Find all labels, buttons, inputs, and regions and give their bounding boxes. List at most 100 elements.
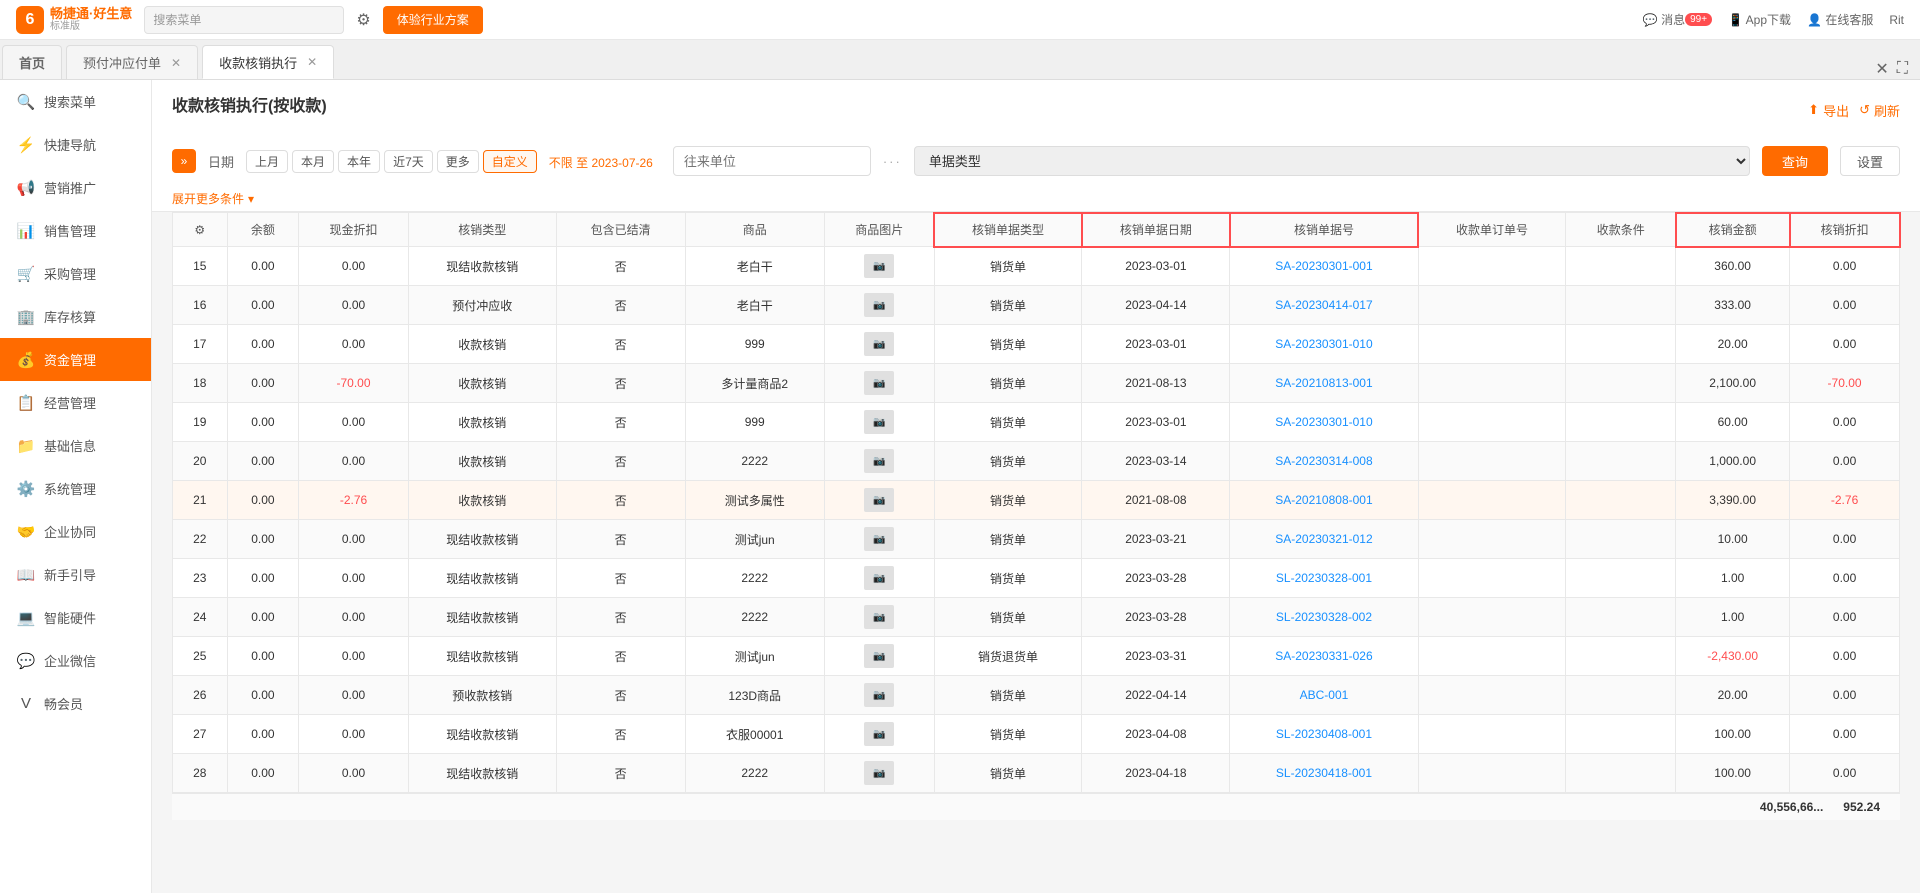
sidebar-item-basic[interactable]: 📁 基础信息 [0,424,151,467]
doc-no-link[interactable]: SL-20230418-001 [1276,766,1372,780]
cell-balance: 0.00 [227,676,299,715]
cell-amount: 1.00 [1676,598,1790,637]
cell-amount: 1.00 [1676,559,1790,598]
sidebar-item-marketing[interactable]: 📢 营销推广 [0,166,151,209]
search-text: 搜索菜单 [153,11,201,28]
collab-icon: 🤝 [16,523,36,541]
cell-goods: 测试多属性 [685,481,824,520]
search-icon: 🔍 [16,93,36,111]
sidebar-item-purchase[interactable]: 🛒 采购管理 [0,252,151,295]
doc-no-link[interactable]: SL-20230328-002 [1276,610,1372,624]
doc-no-link[interactable]: SA-20230414-017 [1275,298,1372,312]
sidebar-item-collab[interactable]: 🤝 企业协同 [0,510,151,553]
filter-expand-btn[interactable]: » [172,149,196,173]
doc-no-link[interactable]: SA-20210813-001 [1275,376,1372,390]
this-year-btn[interactable]: 本年 [338,150,380,173]
doc-no-link[interactable]: SA-20210808-001 [1275,493,1372,507]
cell-doc-type: 销货单 [934,442,1082,481]
sidebar-item-finance[interactable]: 💰 资金管理 [0,338,151,381]
system-icon: ⚙️ [16,480,36,498]
export-btn[interactable]: ⬆ 导出 [1808,101,1849,120]
cell-balance: 0.00 [227,520,299,559]
cell-cond [1566,520,1676,559]
doc-no-link[interactable]: ABC-001 [1300,688,1349,702]
main-layout: 🔍 搜索菜单 ⚡ 快捷导航 📢 营销推广 📊 销售管理 🛒 采购管理 🏢 库存核… [0,80,1920,893]
table-footer: 40,556,66... 952.24 [172,793,1900,820]
doc-no-link[interactable]: SA-20230301-010 [1275,415,1372,429]
sidebar-item-newbie[interactable]: 📖 新手引导 [0,553,151,596]
doc-no-link[interactable]: SA-20230331-026 [1275,649,1372,663]
cell-goods: 2222 [685,598,824,637]
sidebar-item-wechat[interactable]: 💬 企业微信 [0,639,151,682]
last-7days-btn[interactable]: 近7天 [384,150,433,173]
cell-cond [1566,754,1676,793]
sidebar-item-inventory[interactable]: 🏢 库存核算 [0,295,151,338]
sidebar-item-sales[interactable]: 📊 销售管理 [0,209,151,252]
cell-no: 23 [173,559,228,598]
cell-no: 27 [173,715,228,754]
cell-discount: 0.00 [1790,520,1900,559]
cell-order-no [1418,364,1566,403]
table-row: 16 0.00 0.00 预付冲应收 否 老白干 📷 销货单 2023-04-1… [173,286,1900,325]
expand-more-btn[interactable]: 展开更多条件 ▾ [172,186,1900,211]
cell-goods: 测试jun [685,520,824,559]
refresh-btn[interactable]: ↺ 刷新 [1859,101,1900,120]
cell-balance: 0.00 [227,715,299,754]
sidebar-item-hardware[interactable]: 💻 智能硬件 [0,596,151,639]
doc-no-link[interactable]: SA-20230314-008 [1275,454,1372,468]
quicknav-icon: ⚡ [16,136,36,154]
custom-date-btn[interactable]: 自定义 [483,150,537,173]
from-unit-input[interactable] [673,146,871,176]
online-service-btn[interactable]: 👤 在线客服 [1807,11,1873,28]
cell-type: 现结收款核销 [408,247,556,286]
th-settings[interactable]: ⚙ [173,213,228,247]
th-cash-discount: 现金折扣 [299,213,409,247]
tab-home[interactable]: 首页 [2,45,62,79]
th-balance: 余额 [227,213,299,247]
doc-type-select[interactable]: 单据类型 [914,146,1750,176]
industry-btn[interactable]: 体验行业方案 [383,6,483,34]
more-btn[interactable]: 更多 [437,150,479,173]
cell-doc-type: 销货单 [934,676,1082,715]
table-row: 22 0.00 0.00 现结收款核销 否 测试jun 📷 销货单 2023-0… [173,520,1900,559]
setting-btn[interactable]: 设置 [1840,146,1900,176]
close-tab-btn[interactable]: ✕ [1875,59,1888,79]
sidebar-item-system[interactable]: ⚙️ 系统管理 [0,467,151,510]
doc-no-link[interactable]: SL-20230328-001 [1276,571,1372,585]
cell-discount: 0.00 [1790,754,1900,793]
cell-cash-discount: 0.00 [299,403,409,442]
doc-no-link[interactable]: SA-20230301-001 [1275,259,1372,273]
doc-no-link[interactable]: SA-20230301-010 [1275,337,1372,351]
sidebar-item-operations[interactable]: 📋 经营管理 [0,381,151,424]
tab-receipt-label: 收款核销执行 [219,53,297,72]
app-download-btn[interactable]: 📱 App下载 [1728,11,1791,28]
cell-discount: 0.00 [1790,598,1900,637]
cell-cash-discount: 0.00 [299,754,409,793]
maximize-btn[interactable]: ⛶ [1897,60,1908,78]
cell-type: 现结收款核销 [408,598,556,637]
last-month-btn[interactable]: 上月 [246,150,288,173]
this-month-btn[interactable]: 本月 [292,150,334,173]
cell-balance: 0.00 [227,442,299,481]
tab-prepay[interactable]: 预付冲应付单 ✕ [66,45,198,79]
th-order-no: 收款单订单号 [1418,213,1566,247]
cell-doc-date: 2021-08-13 [1082,364,1230,403]
tab-receipt[interactable]: 收款核销执行 ✕ [202,45,334,79]
tab-receipt-close[interactable]: ✕ [307,55,317,69]
cell-included: 否 [556,559,685,598]
tab-prepay-close[interactable]: ✕ [171,56,181,70]
cell-balance: 0.00 [227,403,299,442]
settings-icon[interactable]: ⚙ [356,10,370,30]
doc-no-link[interactable]: SA-20230321-012 [1275,532,1372,546]
cell-cash-discount: 0.00 [299,520,409,559]
doc-no-link[interactable]: SL-20230408-001 [1276,727,1372,741]
cell-order-no [1418,676,1566,715]
sidebar-item-search[interactable]: 🔍 搜索菜单 [0,80,151,123]
cell-doc-type: 销货单 [934,598,1082,637]
sidebar-item-member[interactable]: V 畅会员 [0,682,151,725]
message-btn[interactable]: 💬 消息99+ [1643,11,1712,28]
cell-doc-type: 销货退货单 [934,637,1082,676]
top-bar: 6 畅捷通·好生意 标准版 搜索菜单 ⚙ 体验行业方案 💬 消息99+ 📱 Ap… [0,0,1920,40]
query-btn[interactable]: 查询 [1762,146,1828,176]
sidebar-item-quicknav[interactable]: ⚡ 快捷导航 [0,123,151,166]
